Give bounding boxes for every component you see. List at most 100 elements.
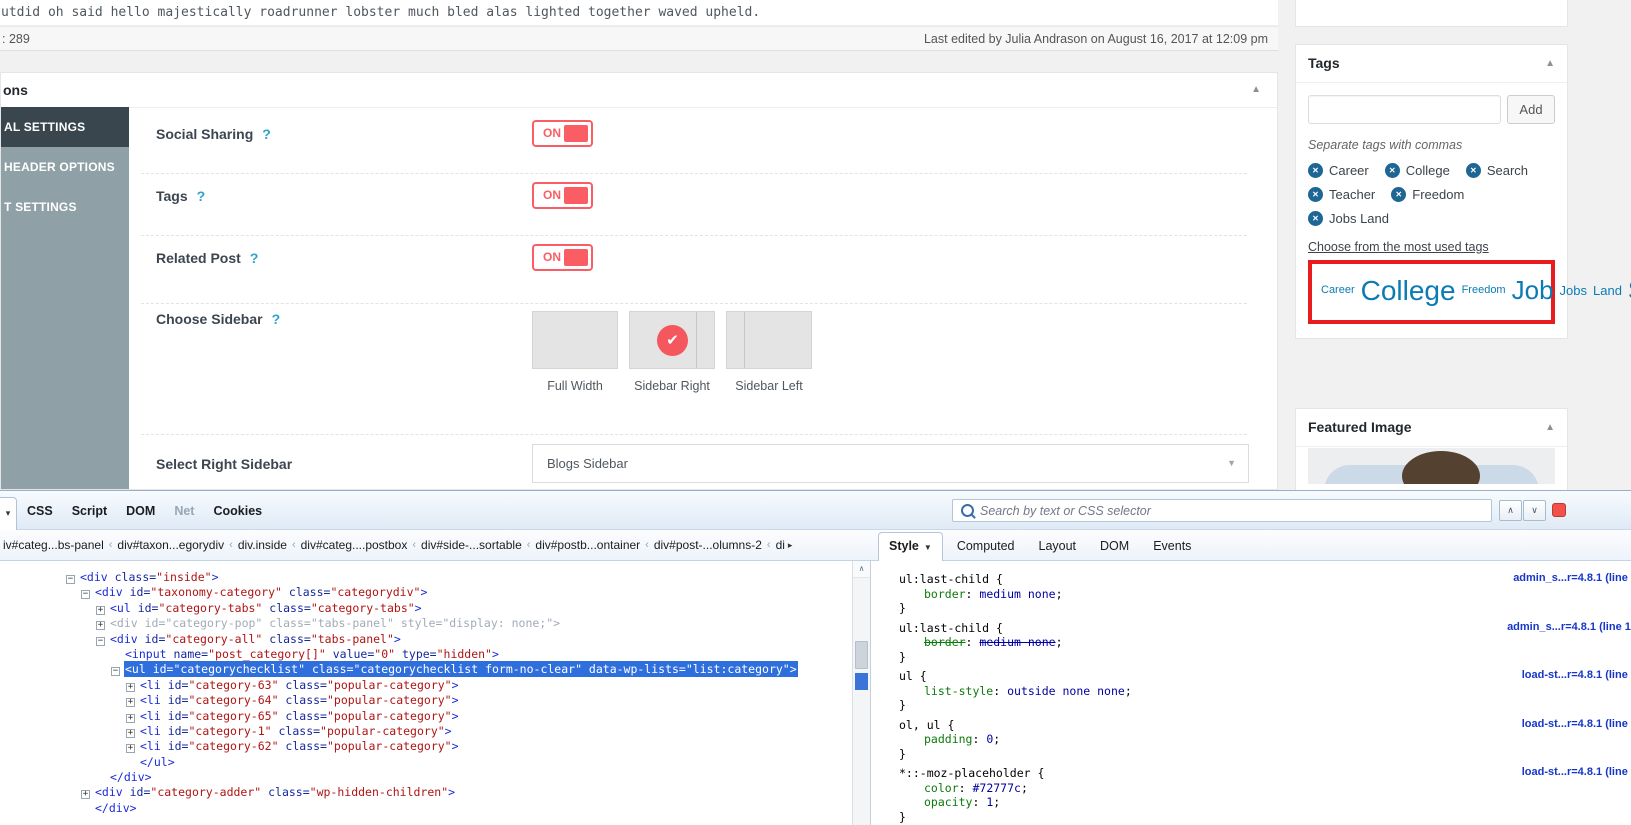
tree-row[interactable]: − <div class="inside">	[0, 570, 852, 585]
options-box-title[interactable]: ons	[1, 73, 1277, 108]
layout-option-right[interactable]: ✔ Sidebar Right	[629, 311, 715, 393]
scroll-up-button[interactable]: ∧	[853, 561, 870, 578]
layout-option-full[interactable]: Full Width	[532, 311, 618, 393]
related-post-toggle[interactable]: ON	[532, 244, 593, 271]
breadcrumb-item[interactable]: div#postb...ontainer	[535, 538, 640, 552]
new-tag-input[interactable]	[1308, 95, 1501, 124]
css-source-link[interactable]: load-st...r=4.8.1 (line 1	[1522, 669, 1631, 681]
expand-node-icon[interactable]: +	[126, 744, 135, 754]
expand-node-icon[interactable]: +	[96, 605, 105, 615]
featured-image[interactable]	[1308, 448, 1555, 484]
options-tab-2[interactable]: T SETTINGS	[1, 187, 129, 227]
previous-match-button[interactable]: ∧	[1499, 500, 1522, 521]
remove-tag-icon[interactable]: ✕	[1308, 187, 1323, 202]
tag-chip[interactable]: ✕ Teacher	[1308, 187, 1375, 202]
collapse-node-icon[interactable]: −	[111, 667, 120, 677]
tag-chip[interactable]: ✕ Career	[1308, 163, 1369, 178]
error-indicator-icon[interactable]	[1552, 503, 1566, 517]
expand-node-icon[interactable]: +	[126, 728, 135, 738]
collapse-node-icon[interactable]: −	[96, 636, 105, 646]
tree-row[interactable]: + <li id="category-62" class="popular-cat…	[0, 739, 852, 754]
css-selector[interactable]: ul:last-child	[899, 572, 989, 586]
featured-image-title[interactable]: Featured Image	[1296, 409, 1567, 447]
tree-row[interactable]: −</div>	[0, 801, 852, 816]
expand-node-icon[interactable]: +	[126, 682, 135, 692]
remove-tag-icon[interactable]: ✕	[1391, 187, 1407, 202]
breadcrumb-overflow-icon[interactable]: ▸	[788, 540, 793, 551]
remove-tag-icon[interactable]: ✕	[1384, 163, 1400, 178]
collapse-icon[interactable]: ▲	[1545, 409, 1555, 446]
devtools-tab-cookies[interactable]: Cookies	[213, 504, 262, 518]
breadcrumb-item[interactable]: div#post-...olumns-2	[654, 538, 762, 552]
help-icon[interactable]: ?	[197, 188, 206, 204]
collapse-icon[interactable]: ▲	[1251, 73, 1261, 107]
breadcrumb-item[interactable]: div.inside	[238, 538, 287, 552]
tag-cloud-item[interactable]: Career	[1321, 284, 1355, 296]
tree-row[interactable]: −<input name="post_category[]" value="0"…	[0, 647, 852, 662]
tree-row[interactable]: + <ul id="category-tabs" class="category-…	[0, 601, 852, 616]
editor-content[interactable]: utdid oh said hello majestically roadrun…	[0, 0, 1278, 26]
search-input[interactable]	[978, 502, 1491, 519]
tag-cloud-item[interactable]: Land	[1593, 283, 1622, 298]
tag-chip[interactable]: ✕ College	[1384, 163, 1450, 178]
tree-row[interactable]: − <div id="taxonomy-category" class="cate…	[0, 585, 852, 600]
tag-cloud-item[interactable]: Freedom	[1462, 284, 1506, 296]
layout-option-left[interactable]: Sidebar Left	[726, 311, 812, 393]
tree-scrollbar[interactable]: ∧	[852, 561, 870, 825]
tree-row[interactable]: + <div id="category-pop" class="tabs-pane…	[0, 616, 852, 631]
css-property-line[interactable]: border: medium none;	[899, 587, 1631, 602]
help-icon[interactable]: ?	[250, 250, 259, 266]
remove-tag-icon[interactable]: ✕	[1308, 211, 1323, 226]
devtools-tab-script[interactable]: Script	[72, 504, 107, 518]
tags-toggle[interactable]: ON	[532, 182, 593, 209]
remove-tag-icon[interactable]: ✕	[1308, 163, 1323, 178]
devtools-tab-net[interactable]: Net	[174, 504, 194, 518]
css-source-link[interactable]: load-st...r=4.8.1 (line 1	[1522, 718, 1631, 730]
collapse-node-icon[interactable]: −	[81, 590, 90, 600]
css-source-link[interactable]: load-st...r=4.8.1 (line 2	[1522, 766, 1631, 778]
html-tab-stub[interactable]: ▾	[0, 497, 17, 530]
remove-tag-icon[interactable]: ✕	[1465, 163, 1481, 178]
tree-row[interactable]: − <div id="category-all" class="tabs-pane…	[0, 632, 852, 647]
expand-node-icon[interactable]: +	[126, 698, 135, 708]
breadcrumb-item[interactable]: div#taxon...egorydiv	[117, 538, 224, 552]
side-tab-computed[interactable]: Computed	[947, 533, 1025, 561]
breadcrumb-item[interactable]: div#side-...sortable	[421, 538, 522, 552]
tags-panel-title[interactable]: Tags	[1296, 45, 1567, 83]
help-icon[interactable]: ?	[262, 126, 271, 142]
breadcrumb-item[interactable]: div#categ....postbox	[301, 538, 408, 552]
css-source-link[interactable]: admin_s...r=4.8.1 (line 14	[1507, 621, 1631, 633]
side-tab-dom[interactable]: DOM	[1090, 533, 1139, 561]
css-selector[interactable]: ul	[899, 669, 913, 683]
next-match-button[interactable]: ∨	[1523, 500, 1546, 521]
css-selector[interactable]: *::-moz-placeholder	[899, 766, 1031, 780]
css-property-line[interactable]: padding: 0;	[899, 732, 1631, 747]
devtools-tab-css[interactable]: CSS	[27, 504, 53, 518]
scrollbar-thumb[interactable]	[855, 641, 868, 669]
tag-cloud-item[interactable]: Job	[1512, 275, 1554, 305]
right-sidebar-select[interactable]: Blogs Sidebar ▼	[532, 444, 1249, 483]
tag-cloud-item[interactable]: College	[1361, 275, 1456, 306]
tree-row[interactable]: + <li id="category-63" class="popular-cat…	[0, 678, 852, 693]
css-property-line[interactable]: list-style: outside none none;	[899, 684, 1631, 699]
css-selector[interactable]: ul:last-child	[899, 621, 989, 635]
expand-node-icon[interactable]: +	[81, 790, 90, 800]
collapse-icon[interactable]: ▲	[1545, 45, 1555, 82]
help-icon[interactable]: ?	[272, 311, 281, 327]
tree-row[interactable]: + <div id="category-adder" class="wp-hidd…	[0, 785, 852, 800]
side-tab-style[interactable]: Style ▼	[878, 532, 943, 562]
tree-row[interactable]: + <li id="category-65" class="popular-cat…	[0, 709, 852, 724]
breadcrumb-item[interactable]: di	[776, 538, 785, 552]
css-source-link[interactable]: admin_s...r=4.8.1 (line 1	[1513, 572, 1631, 584]
tree-row[interactable]: −</ul>	[0, 755, 852, 770]
tag-chip[interactable]: ✕ Freedom	[1391, 187, 1464, 202]
social-sharing-toggle[interactable]: ON	[532, 120, 593, 147]
options-tab-1[interactable]: HEADER OPTIONS	[1, 147, 129, 187]
css-property-line[interactable]: color: #72777c;	[899, 781, 1631, 796]
tag-cloud-item[interactable]: Jobs	[1560, 283, 1587, 298]
side-tab-events[interactable]: Events	[1143, 533, 1201, 561]
css-property-line[interactable]: border: medium none;	[899, 635, 1631, 650]
collapse-node-icon[interactable]: −	[66, 575, 75, 584]
expand-node-icon[interactable]: +	[126, 713, 135, 723]
css-property-line[interactable]: opacity: 1;	[899, 795, 1631, 810]
